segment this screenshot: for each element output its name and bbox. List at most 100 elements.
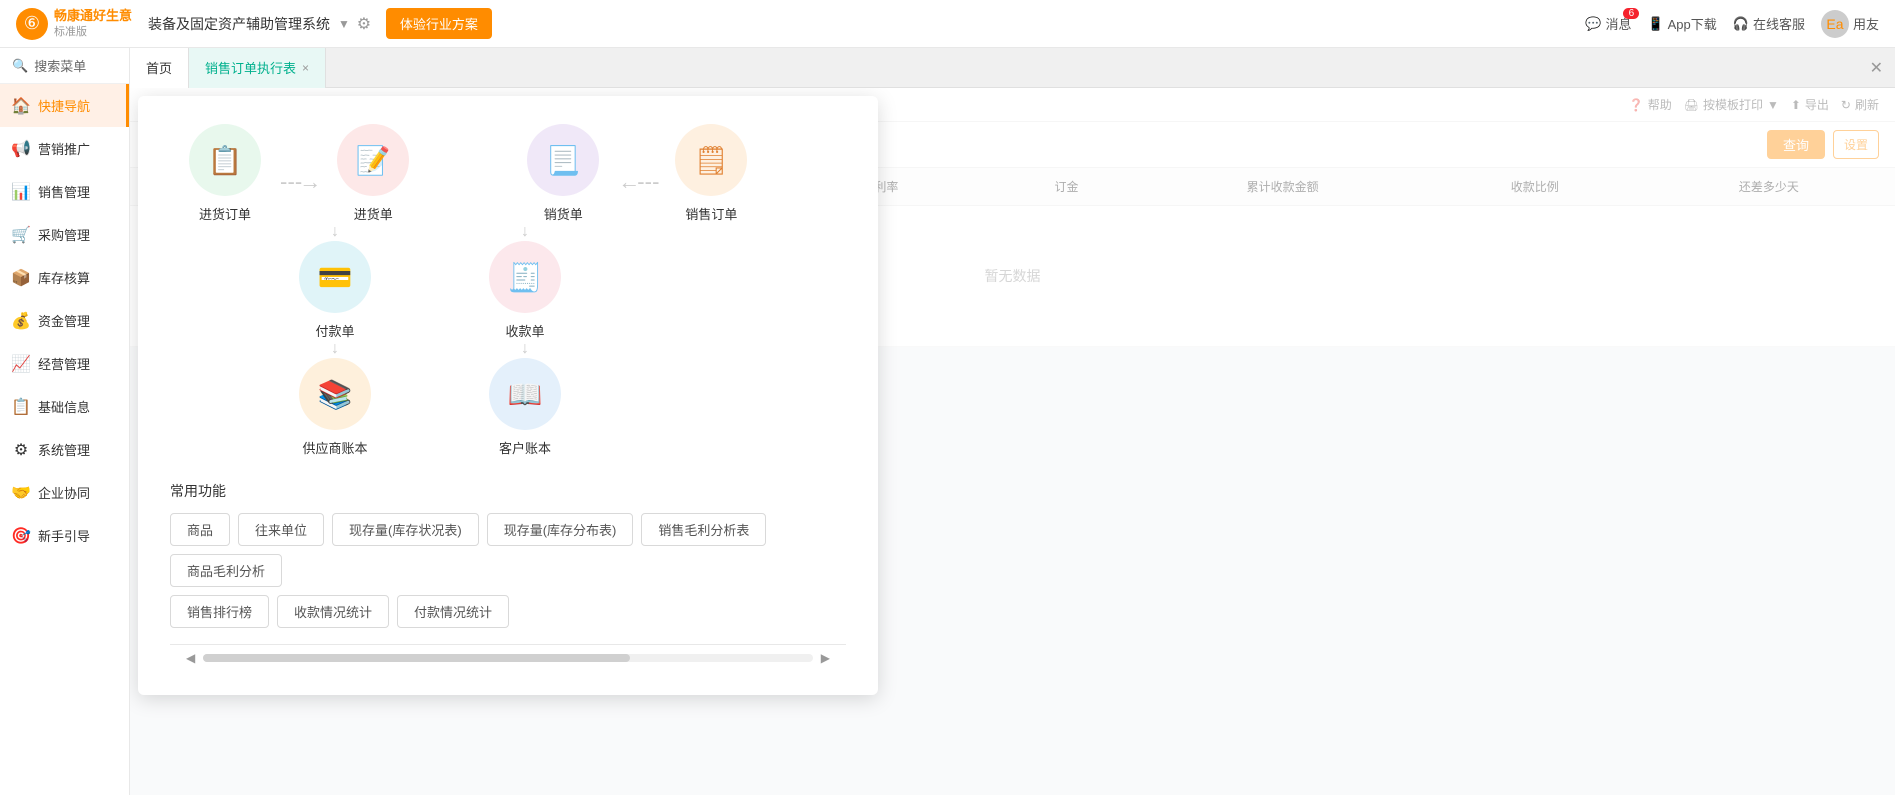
sidebar-item-inventory[interactable]: 📦 库存核算 [0, 256, 129, 299]
sales-slip-label: 销货单 [544, 204, 583, 223]
func-btn-payment-stats[interactable]: 付款情况统计 [397, 595, 509, 628]
flow-node-payment[interactable]: 💳 付款单 [280, 241, 390, 340]
sidebar-label-0: 快捷导航 [38, 96, 90, 115]
inventory-icon: 📦 [12, 269, 30, 287]
func-btn-stock-dist[interactable]: 现存量(库存分布表) [487, 513, 634, 546]
common-title: 常用功能 [170, 481, 846, 501]
logo-line2: 标准版 [54, 25, 132, 39]
arrow-h2: ←- - - [618, 169, 656, 195]
tab-bar-close-btn[interactable]: ✕ [1870, 58, 1883, 78]
flow-node-purchase-slip[interactable]: 📝 进货单 [318, 124, 428, 223]
sales-icon: 📊 [12, 183, 30, 201]
tab-sales-exec[interactable]: 销售订单执行表 × [189, 48, 326, 88]
tab-home[interactable]: 首页 [130, 48, 189, 88]
search-label: 搜索菜单 [34, 56, 86, 75]
message-badge: 6 [1623, 8, 1639, 19]
flow-modal: 📋 进货订单 - - -→ 📝 进货单 [138, 96, 878, 695]
sidebar-item-guide[interactable]: 🎯 新手引导 [0, 514, 129, 557]
sidebar-label-5: 资金管理 [38, 311, 90, 330]
top-bar: ⑥ 畅康通好生意 标准版 装备及固定资产辅助管理系统 ▼ ⚙ 体验行业方案 💬 … [0, 0, 1895, 48]
flow-node-customer-ledger[interactable]: 📖 客户账本 [470, 358, 580, 457]
arrow-down-1: ↓ [331, 223, 339, 241]
func-btn-stock-status[interactable]: 现存量(库存状况表) [332, 513, 479, 546]
sidebar-item-system[interactable]: ⚙ 系统管理 [0, 428, 129, 471]
sidebar-label-6: 经营管理 [38, 354, 90, 373]
supplier-ledger-label: 供应商账本 [302, 438, 367, 457]
sidebar-item-purchase[interactable]: 🛒 采购管理 [0, 213, 129, 256]
online-service-btn[interactable]: 🎧 在线客服 [1733, 14, 1805, 33]
purchase-icon: 🛒 [12, 226, 30, 244]
sidebar-item-finance[interactable]: 💰 资金管理 [0, 299, 129, 342]
scroll-indicator: ◀ ▶ [170, 644, 846, 671]
tab-close-btn[interactable]: × [302, 61, 309, 75]
logo-line1: 畅康通好生意 [54, 8, 132, 25]
arrow-down-3: ↓ [331, 340, 339, 358]
app-download-label: App下载 [1668, 14, 1717, 33]
guide-icon: 🎯 [12, 527, 30, 545]
logo-icon: ⑥ [16, 8, 48, 40]
settings-icon[interactable]: ⚙ [350, 10, 378, 38]
tab-bar: 首页 销售订单执行表 × ✕ [130, 48, 1895, 88]
sidebar-item-operations[interactable]: 📈 经营管理 [0, 342, 129, 385]
flow-node-supplier-ledger[interactable]: 📚 供应商账本 [280, 358, 390, 457]
func-btn-sales-rank[interactable]: 销售排行榜 [170, 595, 269, 628]
payment-label: 付款单 [315, 321, 354, 340]
sidebar-item-enterprise[interactable]: 🤝 企业协同 [0, 471, 129, 514]
user-btn[interactable]: Ea 用友 [1821, 10, 1879, 38]
purchase-order-label: 进货订单 [199, 204, 251, 223]
message-btn[interactable]: 💬 消息 6 [1585, 14, 1631, 33]
basic-info-icon: 📋 [12, 398, 30, 416]
purchase-slip-label: 进货单 [354, 204, 393, 223]
search-icon: 🔍 [12, 58, 28, 74]
sidebar-item-quick-nav[interactable]: 🏠 快捷导航 [0, 84, 129, 127]
arrow-h1: - - -→ [280, 169, 318, 195]
avatar: Ea [1821, 10, 1849, 38]
scroll-track [203, 654, 813, 662]
sidebar-item-marketing[interactable]: 📢 营销推广 [0, 127, 129, 170]
arrow-down-2: ↓ [521, 223, 529, 241]
sidebar-label-1: 营销推广 [38, 139, 90, 158]
func-buttons: 商品 往来单位 现存量(库存状况表) 现存量(库存分布表) 销售毛利分析表 商品… [170, 513, 846, 587]
online-service-label: 在线客服 [1753, 14, 1805, 33]
flow-node-sales-order[interactable]: 🗒 销售订单 [656, 124, 766, 223]
sidebar-label-9: 企业协同 [38, 483, 90, 502]
flow-section: 📋 进货订单 - - -→ 📝 进货单 [170, 124, 846, 457]
common-functions: 常用功能 商品 往来单位 现存量(库存状况表) 现存量(库存分布表) 销售毛利分… [170, 481, 846, 628]
operations-icon: 📈 [12, 355, 30, 373]
system-name: 装备及固定资产辅助管理系统 [148, 14, 330, 34]
system-icon: ⚙ [12, 441, 30, 459]
func-btn-partners[interactable]: 往来单位 [238, 513, 324, 546]
sidebar-label-2: 销售管理 [38, 182, 90, 201]
scroll-left-btn[interactable]: ◀ [186, 651, 195, 665]
download-icon: 📱 [1647, 16, 1663, 32]
receipt-circle: 🧾 [489, 241, 561, 313]
func-btn-receipt-stats[interactable]: 收款情况统计 [277, 595, 389, 628]
app-download-btn[interactable]: 📱 App下载 [1647, 14, 1716, 33]
func-buttons-row2: 销售排行榜 收款情况统计 付款情况统计 [170, 595, 846, 628]
marketing-icon: 📢 [12, 140, 30, 158]
content-area: 首页 销售订单执行表 × ✕ ❓ 帮助 🖨 [130, 48, 1895, 795]
sidebar-label-3: 采购管理 [38, 225, 90, 244]
flow-node-receipt[interactable]: 🧾 收款单 [470, 241, 580, 340]
sidebar-label-4: 库存核算 [38, 268, 90, 287]
sidebar-label-7: 基础信息 [38, 397, 90, 416]
sidebar-item-basic-info[interactable]: 📋 基础信息 [0, 385, 129, 428]
scroll-right-btn[interactable]: ▶ [821, 651, 830, 665]
enterprise-icon: 🤝 [12, 484, 30, 502]
receipt-label: 收款单 [505, 321, 544, 340]
scroll-thumb [203, 654, 630, 662]
system-dropdown-btn[interactable]: ▼ [338, 17, 350, 31]
sidebar-search[interactable]: 🔍 搜索菜单 [0, 48, 129, 84]
user-label: 用友 [1853, 14, 1879, 33]
home-icon: 🏠 [12, 97, 30, 115]
message-icon: 💬 [1585, 16, 1601, 32]
flow-node-sales-slip[interactable]: 📃 销货单 [508, 124, 618, 223]
sidebar-item-sales[interactable]: 📊 销售管理 [0, 170, 129, 213]
func-btn-sales-margin[interactable]: 销售毛利分析表 [641, 513, 766, 546]
sidebar: 🔍 搜索菜单 🏠 快捷导航 📢 营销推广 📊 销售管理 🛒 采购管理 📦 [0, 48, 130, 795]
sales-order-label: 销售订单 [685, 204, 737, 223]
func-btn-goods-margin[interactable]: 商品毛利分析 [170, 554, 282, 587]
func-btn-goods[interactable]: 商品 [170, 513, 230, 546]
trial-btn[interactable]: 体验行业方案 [386, 8, 492, 39]
flow-node-purchase-order[interactable]: 📋 进货订单 [170, 124, 280, 223]
